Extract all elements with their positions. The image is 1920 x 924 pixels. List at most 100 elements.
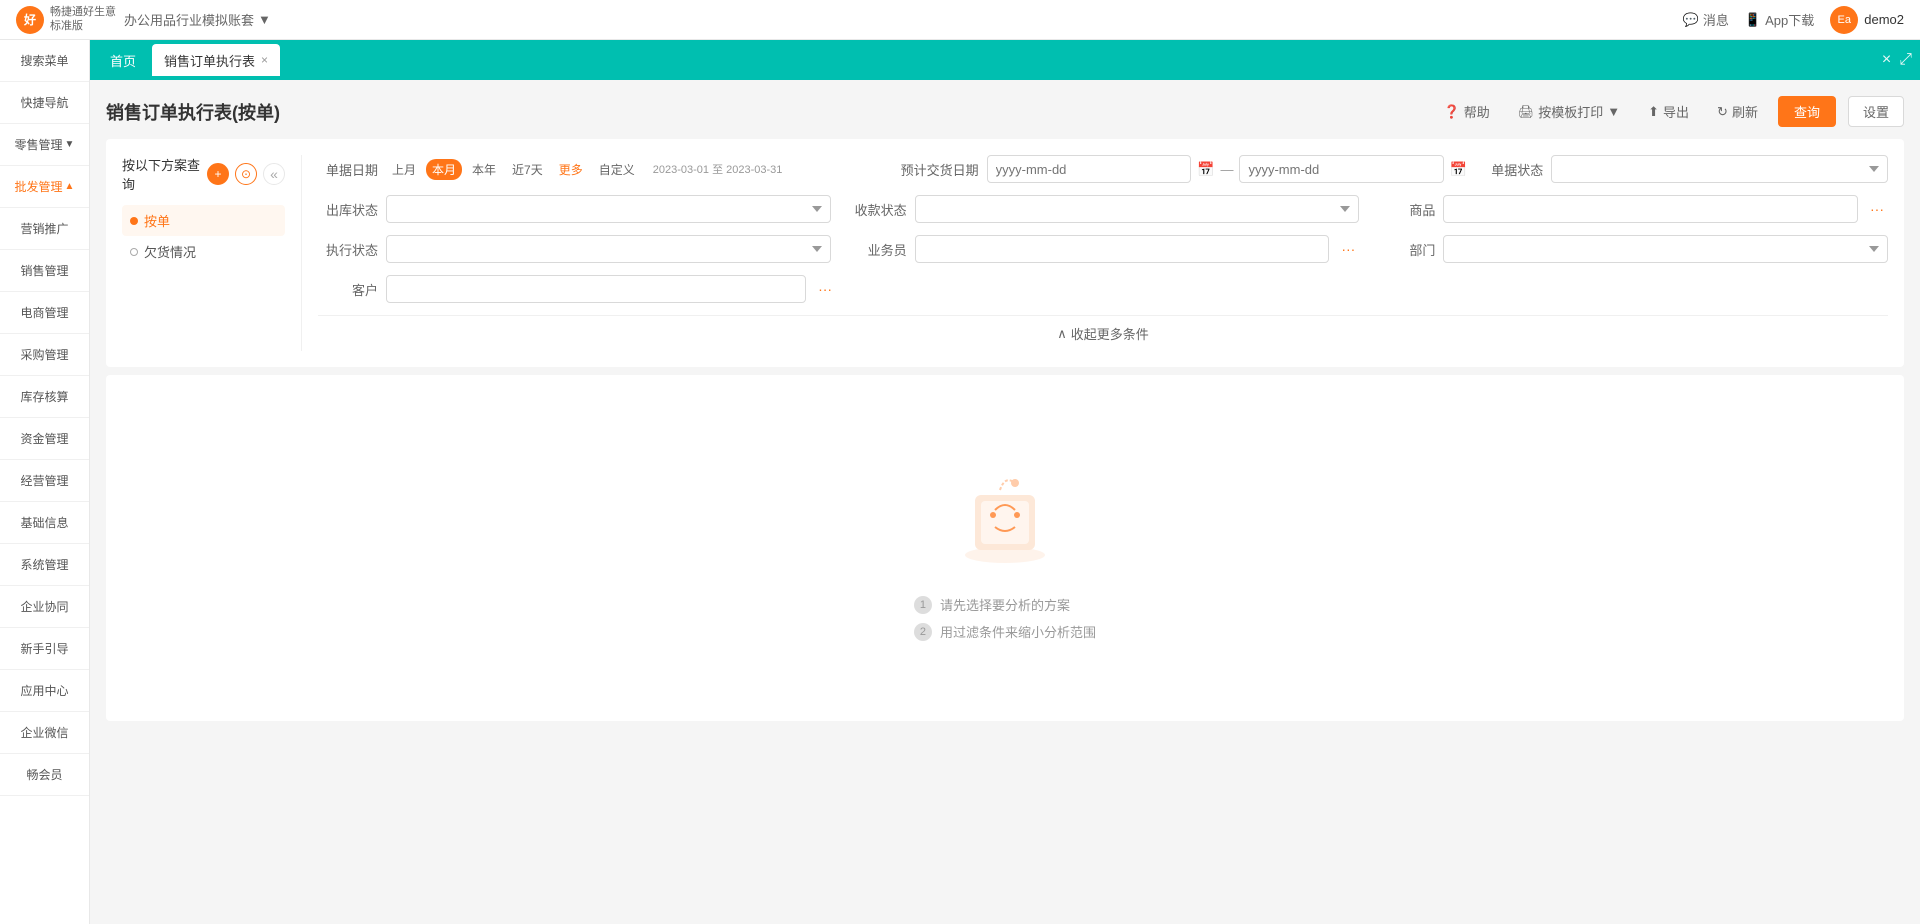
- dept-field: 部门: [1375, 235, 1888, 263]
- sidebar-item-retail[interactable]: 零售管理 ▼: [0, 124, 89, 166]
- search-row-4: 客户 ···: [318, 275, 1888, 303]
- avatar: Ea: [1830, 6, 1858, 34]
- empty-tip-2: 2 用过滤条件来缩小分析范围: [914, 622, 1096, 641]
- salesperson-input[interactable]: [915, 235, 1330, 263]
- search-row-2: 出库状态 收款状态: [318, 195, 1888, 223]
- content-area: 首页 销售订单执行表 × × ⤢ 销售订单执行表(按单) ❓ 帮助: [90, 40, 1920, 924]
- salesperson-more-icon[interactable]: ···: [1337, 241, 1359, 257]
- sidebar-item-inventory[interactable]: 库存核算: [0, 376, 89, 418]
- message-button[interactable]: 💬 消息: [1683, 10, 1729, 29]
- sidebar-item-ecommerce[interactable]: 电商管理: [0, 292, 89, 334]
- sidebar-item-wholesale[interactable]: 批发管理 ▲: [0, 166, 89, 208]
- tab-home[interactable]: 首页: [98, 44, 148, 76]
- sidebar-item-member[interactable]: 畅会员: [0, 754, 89, 796]
- sidebar-item-apps[interactable]: 应用中心: [0, 670, 89, 712]
- collapse-row[interactable]: ∧ 收起更多条件: [318, 315, 1888, 351]
- refresh-button[interactable]: ↻ 刷新: [1709, 98, 1766, 125]
- copy-scheme-button[interactable]: ⊙: [235, 163, 257, 185]
- goods-input[interactable]: [1443, 195, 1858, 223]
- salesperson-field: 业务员 ···: [847, 235, 1360, 263]
- exec-status-select[interactable]: [386, 235, 831, 263]
- print-button[interactable]: 🖨 按模板打印 ▼: [1510, 98, 1628, 125]
- sidebar-item-sales[interactable]: 销售管理: [0, 250, 89, 292]
- user-info[interactable]: Ea demo2: [1830, 6, 1904, 34]
- normal-dot-icon: [130, 248, 138, 256]
- sidebar-item-wechat[interactable]: 企业微信: [0, 712, 89, 754]
- status-select[interactable]: [1551, 155, 1888, 183]
- header-actions: ❓ 帮助 🖨 按模板打印 ▼ ⬆ 导出 ↻ 刷新: [1436, 96, 1904, 127]
- customer-more-icon[interactable]: ···: [814, 281, 836, 297]
- sidebar-item-quicknav[interactable]: 快捷导航: [0, 82, 89, 124]
- dept-select[interactable]: [1443, 235, 1888, 263]
- status-label: 单据状态: [1483, 160, 1543, 179]
- dept-label: 部门: [1375, 240, 1435, 259]
- sidebar-item-operation[interactable]: 经营管理: [0, 460, 89, 502]
- calendar-end-icon[interactable]: 📅: [1450, 161, 1467, 178]
- app-download-button[interactable]: 📱 App下载: [1745, 10, 1814, 29]
- app-selector[interactable]: 办公用品行业模拟账套 ▼: [124, 10, 271, 29]
- shortcut-last-month[interactable]: 上月: [386, 159, 422, 180]
- shortcut-custom[interactable]: 自定义: [593, 159, 641, 180]
- sidebar-item-search[interactable]: 搜索菜单: [0, 40, 89, 82]
- out-status-select[interactable]: [386, 195, 831, 223]
- salesperson-label: 业务员: [847, 240, 907, 259]
- scheme-item-1[interactable]: 欠货情况: [122, 236, 285, 267]
- window-close-button[interactable]: ×: [1882, 51, 1891, 69]
- print-icon: 🖨: [1518, 104, 1535, 120]
- export-icon: ⬆: [1648, 104, 1659, 120]
- print-dropdown-icon: ▼: [1607, 104, 1620, 119]
- search-menu-label: 搜索菜单: [20, 54, 68, 68]
- shortcut-more[interactable]: 更多: [553, 159, 589, 180]
- query-button[interactable]: 查询: [1778, 96, 1836, 127]
- date-field: 单据日期 上月 本月 本年 近7天 更多 自定义 2023-03-01 至 20…: [318, 159, 885, 180]
- tip-num-1: 1: [914, 596, 932, 614]
- search-form: 单据日期 上月 本月 本年 近7天 更多 自定义 2023-03-01 至 20…: [302, 155, 1888, 351]
- calendar-start-icon[interactable]: 📅: [1197, 161, 1214, 178]
- sidebar-item-purchase[interactable]: 采购管理: [0, 334, 89, 376]
- exec-status-field: 执行状态: [318, 235, 831, 263]
- date-range-text: 2023-03-01 至 2023-03-31: [653, 161, 783, 177]
- date-end-input[interactable]: [1239, 155, 1443, 183]
- tab-close-icon[interactable]: ×: [261, 53, 268, 67]
- goods-more-icon[interactable]: ···: [1866, 201, 1888, 217]
- page-title: 销售订单执行表(按单): [106, 99, 280, 125]
- sidebar-item-cooperation[interactable]: 企业协同: [0, 586, 89, 628]
- export-button[interactable]: ⬆ 导出: [1640, 98, 1697, 125]
- scheme-label-1: 欠货情况: [144, 242, 196, 261]
- sidebar-item-system[interactable]: 系统管理: [0, 544, 89, 586]
- collapse-up-icon: ∧: [1057, 326, 1067, 342]
- logo-area: 好 畅捷通好生意 标准版: [16, 6, 116, 34]
- help-button[interactable]: ❓ 帮助: [1436, 98, 1498, 125]
- search-sidebar: 按以下方案查询 + ⊙ « 按单: [122, 155, 302, 351]
- message-icon: 💬: [1683, 12, 1699, 28]
- search-row-3: 执行状态 业务员 ··· 部门: [318, 235, 1888, 263]
- tab-sales-exec[interactable]: 销售订单执行表 ×: [152, 44, 280, 76]
- scheme-item-0[interactable]: 按单: [122, 205, 285, 236]
- scheme-label-0: 按单: [144, 211, 170, 230]
- search-sidebar-title: 按以下方案查询: [122, 155, 207, 193]
- window-maximize-button[interactable]: ⤢: [1899, 51, 1912, 69]
- date-start-input[interactable]: [987, 155, 1191, 183]
- shortcut-this-year[interactable]: 本年: [466, 159, 502, 180]
- collection-status-select[interactable]: [915, 195, 1360, 223]
- sidebar-item-guide[interactable]: 新手引导: [0, 628, 89, 670]
- status-field: 单据状态: [1483, 155, 1888, 183]
- sidebar-item-marketing[interactable]: 营销推广: [0, 208, 89, 250]
- search-sidebar-header: 按以下方案查询 + ⊙ «: [122, 155, 285, 193]
- shortcut-7days[interactable]: 近7天: [506, 159, 549, 180]
- sidebar-item-finance[interactable]: 资金管理: [0, 418, 89, 460]
- main-layout: 搜索菜单 快捷导航 零售管理 ▼ 批发管理 ▲ 营销推广 销售管理 电商管理 采…: [0, 40, 1920, 924]
- sidebar: 搜索菜单 快捷导航 零售管理 ▼ 批发管理 ▲ 营销推广 销售管理 电商管理 采…: [0, 40, 90, 924]
- expected-date-label: 预计交货日期: [901, 160, 979, 179]
- settings-button[interactable]: 设置: [1848, 96, 1904, 127]
- add-scheme-button[interactable]: +: [207, 163, 229, 185]
- customer-input[interactable]: [386, 275, 806, 303]
- collapse-sidebar-button[interactable]: «: [263, 163, 285, 185]
- empty-tips: 1 请先选择要分析的方案 2 用过滤条件来缩小分析范围: [914, 595, 1096, 641]
- sidebar-item-basic[interactable]: 基础信息: [0, 502, 89, 544]
- date-label: 单据日期: [318, 160, 378, 179]
- shortcut-this-month[interactable]: 本月: [426, 159, 462, 180]
- search-row-1: 单据日期 上月 本月 本年 近7天 更多 自定义 2023-03-01 至 20…: [318, 155, 1888, 183]
- search-panel: 按以下方案查询 + ⊙ « 按单: [106, 139, 1904, 367]
- customer-field: 客户 ···: [318, 275, 836, 303]
